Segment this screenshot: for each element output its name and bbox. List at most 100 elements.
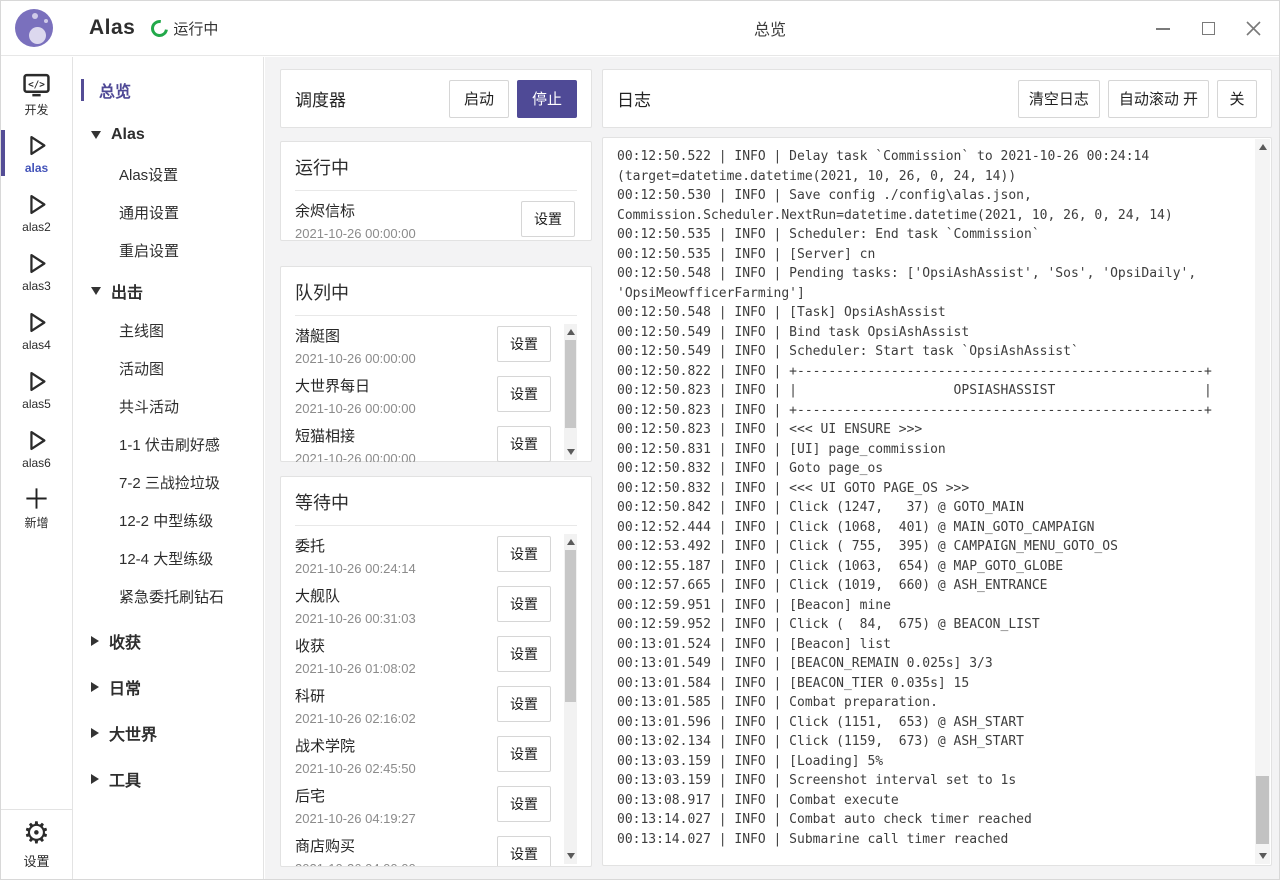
log-line: 00:13:14.027 | INFO | Submarine call tim… <box>617 830 1239 850</box>
task-menu-sidebar: 总览 AlasAlas设置通用设置重启设置出击主线图活动图共斗活动1-1 伏击刷好… <box>73 57 264 879</box>
waiting-task-list: 委托2021-10-26 00:24:14设置大舰队2021-10-26 00:… <box>295 532 577 866</box>
waiting-scrollbar[interactable] <box>564 534 577 864</box>
task-row: 大舰队2021-10-26 00:31:03设置 <box>295 582 577 632</box>
running-panel-title: 运行中 <box>295 154 577 191</box>
maximize-button[interactable] <box>1200 21 1216 37</box>
menu-group-大世界[interactable]: 大世界 <box>73 713 263 753</box>
menu-group-收获[interactable]: 收获 <box>73 621 263 661</box>
titlebar: Alas 运行中 总览 <box>1 1 1279 56</box>
nav-item-alas4[interactable]: alas4 <box>1 301 72 360</box>
main-content: 调度器 启动 停止 运行中 余烬信标2021-10-26 00:00:00设置 … <box>265 57 1279 879</box>
play-icon <box>23 250 50 277</box>
task-setting-button[interactable]: 设置 <box>497 536 551 572</box>
nav-item-alas2[interactable]: alas2 <box>1 183 72 242</box>
nav-item-settings[interactable]: ⚙ 设置 <box>1 809 72 879</box>
scroll-down-icon[interactable] <box>1259 853 1267 859</box>
menu-item-12-2 中型练级[interactable]: 12-2 中型练级 <box>73 501 263 539</box>
scroll-thumb[interactable] <box>565 340 576 428</box>
task-setting-button[interactable]: 设置 <box>497 686 551 722</box>
menu-item-共斗活动[interactable]: 共斗活动 <box>73 387 263 425</box>
task-row: 委托2021-10-26 00:24:14设置 <box>295 532 577 582</box>
nav-item-alas3[interactable]: alas3 <box>1 242 72 301</box>
log-line: 00:12:59.951 | INFO | [Beacon] mine <box>617 596 1239 616</box>
log-line: 00:12:50.535 | INFO | Scheduler: End tas… <box>617 225 1239 245</box>
scroll-thumb[interactable] <box>565 550 576 702</box>
active-indicator <box>81 79 84 101</box>
menu-item-通用设置[interactable]: 通用设置 <box>73 193 263 231</box>
log-line: 00:12:50.832 | INFO | Goto page_os <box>617 459 1239 479</box>
alas-logo-icon <box>15 9 53 47</box>
task-setting-button[interactable]: 设置 <box>497 786 551 822</box>
waiting-panel-title: 等待中 <box>295 489 577 526</box>
minimize-button[interactable] <box>1155 21 1171 37</box>
waiting-panel: 等待中 委托2021-10-26 00:24:14设置大舰队2021-10-26… <box>280 476 592 867</box>
log-line: 00:12:52.444 | INFO | Click (1068, 401) … <box>617 518 1239 538</box>
menu-group-Alas[interactable]: Alas <box>73 115 263 155</box>
task-setting-button[interactable]: 设置 <box>497 836 551 866</box>
log-line: 00:12:57.665 | INFO | Click (1019, 660) … <box>617 576 1239 596</box>
scheduler-title: 调度器 <box>295 86 346 111</box>
task-setting-button[interactable]: 设置 <box>497 586 551 622</box>
task-setting-button[interactable]: 设置 <box>497 376 551 412</box>
close-button[interactable] <box>1245 21 1261 37</box>
minimize-icon <box>1156 28 1170 30</box>
start-button[interactable]: 启动 <box>449 80 509 118</box>
menu-item-Alas设置[interactable]: Alas设置 <box>73 155 263 193</box>
task-setting-button[interactable]: 设置 <box>497 426 551 462</box>
dev-icon: </> <box>23 72 50 99</box>
task-row: 收获2021-10-26 01:08:02设置 <box>295 632 577 682</box>
menu-group-出击[interactable]: 出击 <box>73 271 263 311</box>
menu-item-重启设置[interactable]: 重启设置 <box>73 231 263 269</box>
task-setting-button[interactable]: 设置 <box>497 636 551 672</box>
task-row: 商店购买2021-10-26 04:00:00设置 <box>295 832 577 866</box>
scheduler-controls: 启动 停止 <box>449 80 577 118</box>
scroll-up-icon[interactable] <box>1259 144 1267 150</box>
autoscroll-off-button[interactable]: 关 <box>1217 80 1257 118</box>
window-controls <box>1155 1 1261 56</box>
log-line: 00:12:50.549 | INFO | Bind task OpsiAshA… <box>617 323 1239 343</box>
triangle-down-icon <box>91 131 101 139</box>
task-row: 大世界每日2021-10-26 00:00:00设置 <box>295 372 577 422</box>
nav-item-alas5[interactable]: alas5 <box>1 360 72 419</box>
stop-button[interactable]: 停止 <box>517 80 577 118</box>
autoscroll-on-button[interactable]: 自动滚动 开 <box>1108 80 1209 118</box>
scroll-down-icon[interactable] <box>567 449 575 455</box>
task-setting-button[interactable]: 设置 <box>497 736 551 772</box>
log-line: 00:12:50.842 | INFO | Click (1247, 37) @… <box>617 498 1239 518</box>
menu-item-紧急委托刷钻石[interactable]: 紧急委托刷钻石 <box>73 577 263 615</box>
menu-item-12-4 大型练级[interactable]: 12-4 大型练级 <box>73 539 263 577</box>
menu-group-日常[interactable]: 日常 <box>73 667 263 707</box>
clear-log-button[interactable]: 清空日志 <box>1018 80 1100 118</box>
log-line: 00:13:03.159 | INFO | Screenshot interva… <box>617 771 1239 791</box>
log-panel: 00:12:50.522 | INFO | Delay task `Commis… <box>602 137 1272 866</box>
gear-icon: ⚙ <box>23 819 50 849</box>
log-line: 00:13:14.027 | INFO | Combat auto check … <box>617 810 1239 830</box>
queued-panel: 队列中 潜艇图2021-10-26 00:00:00设置大世界每日2021-10… <box>280 266 592 462</box>
log-line: 00:12:50.548 | INFO | [Task] OpsiAshAssi… <box>617 303 1239 323</box>
nav-item-alas[interactable]: alas <box>1 124 72 183</box>
scroll-thumb[interactable] <box>1256 776 1269 844</box>
nav-item-新增[interactable]: 新增 <box>1 478 72 537</box>
task-setting-button[interactable]: 设置 <box>497 326 551 362</box>
log-title: 日志 <box>617 86 651 111</box>
nav-item-alas6[interactable]: alas6 <box>1 419 72 478</box>
task-setting-button[interactable]: 设置 <box>521 201 575 237</box>
log-line: (target=datetime.datetime(2021, 10, 26, … <box>617 167 1239 187</box>
menu-group-工具[interactable]: 工具 <box>73 759 263 799</box>
menu-item-overview[interactable]: 总览 <box>73 75 263 105</box>
log-line: 00:12:53.492 | INFO | Click ( 755, 395) … <box>617 537 1239 557</box>
scroll-up-icon[interactable] <box>567 539 575 545</box>
menu-item-7-2 三战捡垃圾[interactable]: 7-2 三战捡垃圾 <box>73 463 263 501</box>
scroll-down-icon[interactable] <box>567 853 575 859</box>
menu-item-主线图[interactable]: 主线图 <box>73 311 263 349</box>
scroll-up-icon[interactable] <box>567 329 575 335</box>
queued-scrollbar[interactable] <box>564 324 577 460</box>
menu-item-1-1 伏击刷好感[interactable]: 1-1 伏击刷好感 <box>73 425 263 463</box>
log-line: 00:13:02.134 | INFO | Click (1159, 673) … <box>617 732 1239 752</box>
log-line: 00:12:50.522 | INFO | Delay task `Commis… <box>617 147 1239 167</box>
menu-item-活动图[interactable]: 活动图 <box>73 349 263 387</box>
log-line: 00:13:01.596 | INFO | Click (1151, 653) … <box>617 713 1239 733</box>
nav-item-开发[interactable]: </>开发 <box>1 65 72 124</box>
scheduler-header-panel: 调度器 启动 停止 <box>280 69 592 128</box>
log-scrollbar[interactable] <box>1255 139 1270 864</box>
